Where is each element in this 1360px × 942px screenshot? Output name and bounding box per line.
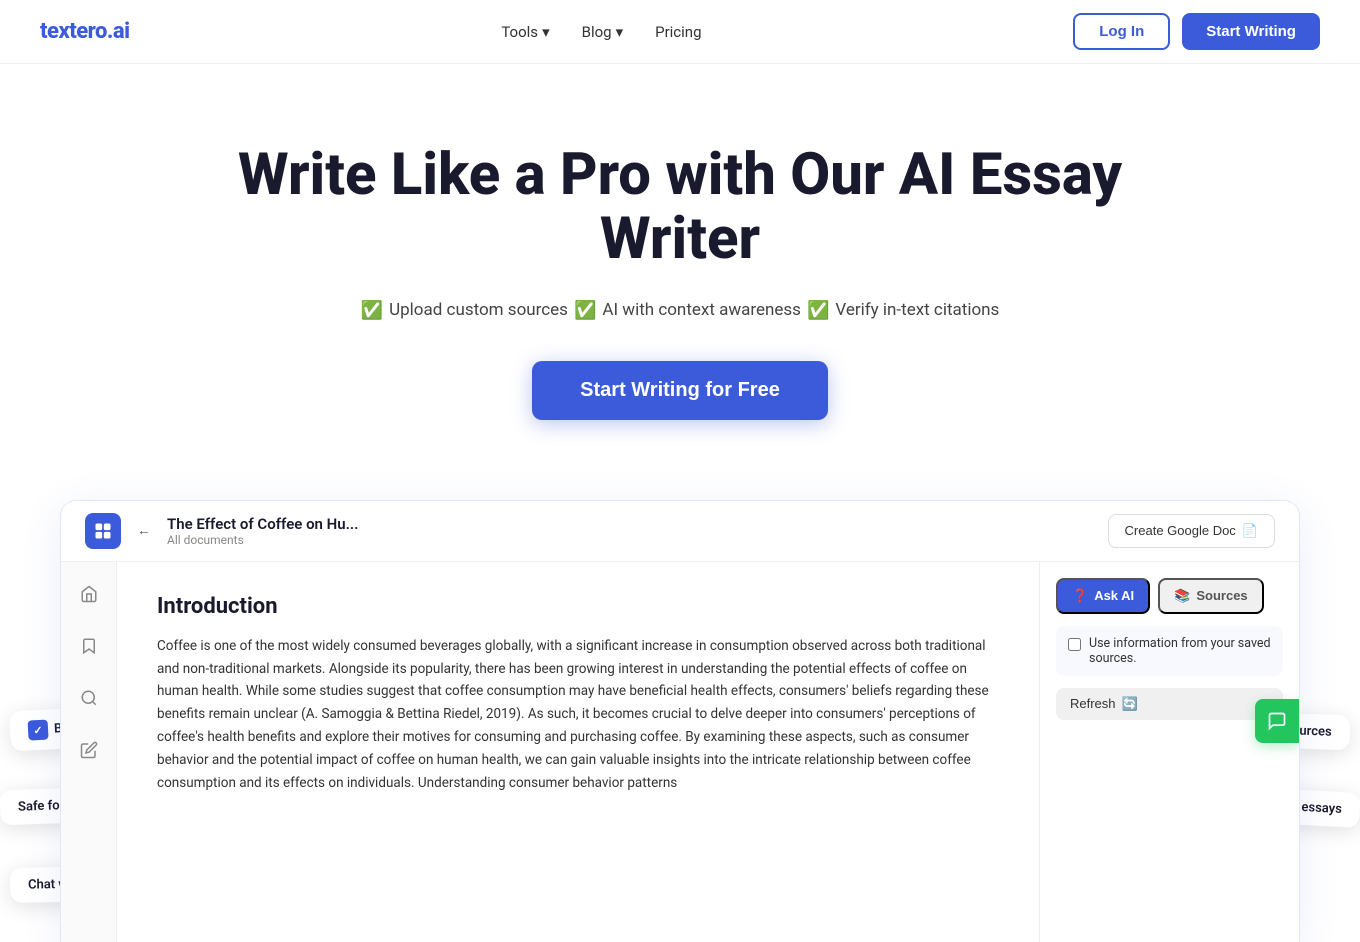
doc-info: The Effect of Coffee on Hu... All docume… xyxy=(167,515,358,547)
sidebar-home-icon[interactable] xyxy=(73,578,105,610)
sources-tab[interactable]: 📚 Sources xyxy=(1158,578,1264,614)
app-preview: ← The Effect of Coffee on Hu... All docu… xyxy=(60,500,1300,942)
back-button[interactable]: ← xyxy=(137,522,151,539)
chevron-down-icon: ▾ xyxy=(616,23,624,41)
panel-tabs: ❓ Ask AI 📚 Sources xyxy=(1056,578,1283,614)
doc-title: The Effect of Coffee on Hu... xyxy=(167,515,358,533)
chat-fab-button[interactable] xyxy=(1255,699,1299,743)
create-google-doc-button[interactable]: Create Google Doc 📄 xyxy=(1108,514,1275,548)
doc-subtitle: All documents xyxy=(167,533,358,547)
question-icon: ❓ xyxy=(1072,588,1088,604)
essay-intro-heading: Introduction xyxy=(157,594,999,619)
use-sources-option: Use information from your saved sources. xyxy=(1056,626,1283,676)
login-button[interactable]: Log In xyxy=(1073,13,1170,50)
feature-2: AI with context awareness xyxy=(602,300,801,320)
feature-1: Upload custom sources xyxy=(389,300,568,320)
check-icon: ✓ xyxy=(28,719,49,740)
navbar-center: Tools ▾ Blog ▾ Pricing xyxy=(501,23,701,41)
refresh-label: Refresh xyxy=(1070,696,1116,711)
navbar: textero.ai Tools ▾ Blog ▾ Pricing Log In… xyxy=(0,0,1360,64)
app-header: ← The Effect of Coffee on Hu... All docu… xyxy=(61,501,1299,562)
doc-icon: 📄 xyxy=(1242,523,1258,539)
sidebar-bookmark-icon[interactable] xyxy=(73,630,105,662)
app-sidebar xyxy=(61,562,117,942)
hero-section: Write Like a Pro with Our AI Essay Write… xyxy=(0,64,1360,460)
feature-3: Verify in-text citations xyxy=(835,300,999,320)
start-writing-button[interactable]: Start Writing xyxy=(1182,13,1320,50)
app-logo xyxy=(85,513,121,549)
nav-tools[interactable]: Tools ▾ xyxy=(501,23,549,41)
back-arrow-icon: ← xyxy=(137,522,151,539)
textero-icon xyxy=(93,521,113,541)
chevron-down-icon: ▾ xyxy=(542,23,550,41)
hero-cta-button[interactable]: Start Writing for Free xyxy=(532,361,828,420)
preview-section: ✓Built-in AI detector Safe for academic … xyxy=(0,460,1360,942)
use-sources-text: Use information from your saved sources. xyxy=(1089,636,1271,666)
app-body: Introduction Coffee is one of the most w… xyxy=(61,562,1299,942)
refresh-button[interactable]: Refresh 🔄 xyxy=(1056,688,1283,720)
navbar-right: Log In Start Writing xyxy=(1073,13,1320,50)
brand-name-accent: .ai xyxy=(107,19,130,44)
essay-body-text: Coffee is one of the most widely consume… xyxy=(157,635,999,796)
sidebar-sources-icon[interactable] xyxy=(73,682,105,714)
check-icon-2: ✅ xyxy=(574,300,596,321)
hero-title: Write Like a Pro with Our AI Essay Write… xyxy=(230,144,1130,272)
check-icon-3: ✅ xyxy=(807,300,829,321)
sources-icon: 📚 xyxy=(1174,588,1190,604)
sidebar-edit-icon[interactable] xyxy=(73,734,105,766)
brand-name-plain: textero xyxy=(40,19,107,44)
nav-pricing[interactable]: Pricing xyxy=(655,23,701,41)
refresh-icon: 🔄 xyxy=(1122,696,1138,712)
essay-main-area: Introduction Coffee is one of the most w… xyxy=(117,562,1039,942)
app-right-panel: ❓ Ask AI 📚 Sources Use information from … xyxy=(1039,562,1299,942)
use-sources-checkbox[interactable] xyxy=(1068,638,1081,651)
chat-icon xyxy=(1267,711,1287,731)
ask-ai-tab[interactable]: ❓ Ask AI xyxy=(1056,578,1150,614)
brand-logo[interactable]: textero.ai xyxy=(40,19,130,44)
create-doc-label: Create Google Doc xyxy=(1125,523,1236,538)
nav-blog[interactable]: Blog ▾ xyxy=(582,23,624,41)
hero-subtitle: ✅ Upload custom sources ✅ AI with contex… xyxy=(40,300,1320,321)
check-icon-1: ✅ xyxy=(361,300,383,321)
